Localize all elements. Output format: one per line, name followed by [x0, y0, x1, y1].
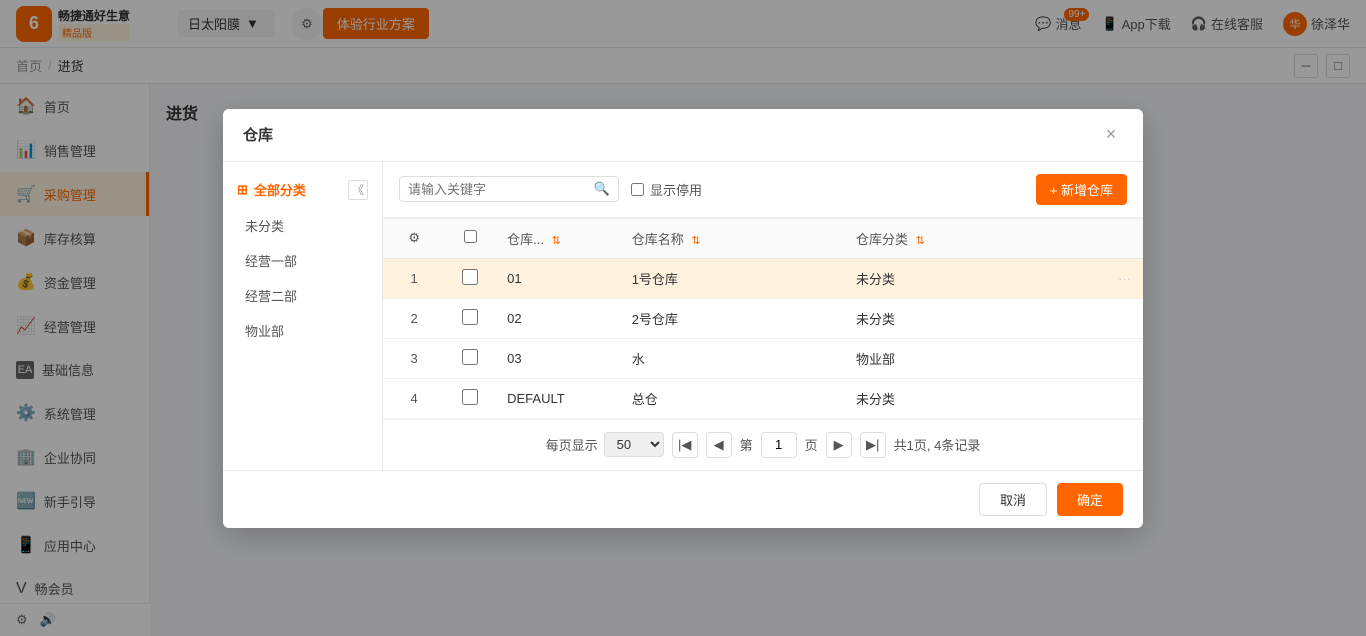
modal-title: 仓库	[243, 124, 273, 145]
add-warehouse-btn[interactable]: + 新增仓库	[1036, 174, 1127, 205]
sort-icon-name: ⇅	[691, 235, 700, 247]
col-settings[interactable]: ⚙	[383, 218, 445, 258]
search-icon[interactable]: 🔍	[594, 181, 610, 197]
page-info: 共1页, 4条记录	[894, 435, 981, 454]
sort-icon-category: ⇅	[916, 235, 925, 247]
col-category[interactable]: 仓库分类 ⇅	[844, 218, 1043, 258]
table-row[interactable]: 4 DEFAULT 总仓 未分类	[383, 378, 1143, 418]
row-category: 未分类	[844, 258, 1043, 298]
row-check-cell	[445, 378, 495, 418]
category-item-dept2[interactable]: 经营二部	[223, 278, 382, 313]
page-size-wrap: 每页显示 50 10 20 100	[546, 432, 664, 457]
row-actions[interactable]	[1043, 298, 1143, 338]
row-code: DEFAULT	[495, 378, 620, 418]
modal-footer: 取消 确定	[223, 470, 1143, 528]
show-disabled-wrap[interactable]: 显示停用	[631, 180, 702, 199]
row-checkbox[interactable]	[462, 389, 478, 405]
page-next-btn[interactable]: ▶	[826, 432, 852, 458]
all-categories-item[interactable]: ⊞ 全部分类	[237, 180, 306, 199]
confirm-btn[interactable]: 确定	[1057, 483, 1123, 516]
table-row[interactable]: 2 02 2号仓库 未分类	[383, 298, 1143, 338]
page-size-select[interactable]: 50 10 20 100	[604, 432, 664, 457]
search-input-wrap: 🔍	[399, 176, 619, 202]
col-check	[445, 218, 495, 258]
row-seq: 1	[383, 258, 445, 298]
col-code[interactable]: 仓库... ⇅	[495, 218, 620, 258]
sort-icon-code: ⇅	[552, 235, 561, 247]
warehouse-table: ⚙ 仓库... ⇅ 仓库名称 ⇅	[383, 218, 1143, 419]
main-panel: 🔍 显示停用 + 新增仓库 ⚙	[383, 162, 1143, 470]
category-header: ⊞ 全部分类 《	[223, 172, 382, 208]
table-row[interactable]: 1 01 1号仓库 未分类 ···	[383, 258, 1143, 298]
row-actions[interactable]	[1043, 378, 1143, 418]
category-item-unclassified[interactable]: 未分类	[223, 208, 382, 243]
show-disabled-checkbox[interactable]	[631, 183, 644, 196]
row-code: 02	[495, 298, 620, 338]
pagination-row: 每页显示 50 10 20 100 |◀ ◀ 第 页 ▶ ▶|	[383, 419, 1143, 470]
row-category: 物业部	[844, 338, 1043, 378]
row-actions[interactable]: ···	[1043, 258, 1143, 298]
page-first-btn[interactable]: |◀	[672, 432, 698, 458]
select-all-checkbox[interactable]	[464, 230, 477, 243]
modal-close-btn[interactable]: ×	[1099, 123, 1123, 147]
warehouse-modal: 仓库 × ⊞ 全部分类 《 未分类 经营一部	[223, 109, 1143, 528]
modal-overlay: 仓库 × ⊞ 全部分类 《 未分类 经营一部	[0, 0, 1366, 636]
row-check-cell	[445, 258, 495, 298]
row-checkbox[interactable]	[462, 309, 478, 325]
col-actions	[1043, 218, 1143, 258]
row-category: 未分类	[844, 298, 1043, 338]
category-panel: ⊞ 全部分类 《 未分类 经营一部 经营二部 物业部	[223, 162, 383, 470]
row-code: 03	[495, 338, 620, 378]
category-item-property[interactable]: 物业部	[223, 313, 382, 348]
modal-toolbar: 🔍 显示停用 + 新增仓库	[383, 162, 1143, 218]
table-header-row: ⚙ 仓库... ⇅ 仓库名称 ⇅	[383, 218, 1143, 258]
row-checkbox[interactable]	[462, 349, 478, 365]
row-name: 2号仓库	[620, 298, 844, 338]
row-name: 水	[620, 338, 844, 378]
row-seq: 4	[383, 378, 445, 418]
grid-icon: ⊞	[237, 182, 248, 198]
modal-body: ⊞ 全部分类 《 未分类 经营一部 经营二部 物业部	[223, 162, 1143, 470]
col-name[interactable]: 仓库名称 ⇅	[620, 218, 844, 258]
row-checkbox[interactable]	[462, 269, 478, 285]
row-category: 未分类	[844, 378, 1043, 418]
table-row[interactable]: 3 03 水 物业部	[383, 338, 1143, 378]
collapse-btn[interactable]: 《	[348, 180, 368, 200]
row-code: 01	[495, 258, 620, 298]
page-input[interactable]	[761, 432, 797, 458]
page-last-btn[interactable]: ▶|	[860, 432, 886, 458]
cancel-btn[interactable]: 取消	[979, 483, 1047, 516]
page-prev-btn[interactable]: ◀	[706, 432, 732, 458]
row-name: 总仓	[620, 378, 844, 418]
search-input[interactable]	[408, 182, 594, 197]
modal-header: 仓库 ×	[223, 109, 1143, 162]
row-seq: 3	[383, 338, 445, 378]
category-item-dept1[interactable]: 经营一部	[223, 243, 382, 278]
warehouse-table-wrap: ⚙ 仓库... ⇅ 仓库名称 ⇅	[383, 218, 1143, 419]
row-name: 1号仓库	[620, 258, 844, 298]
row-actions[interactable]	[1043, 338, 1143, 378]
row-check-cell	[445, 338, 495, 378]
row-check-cell	[445, 298, 495, 338]
row-seq: 2	[383, 298, 445, 338]
